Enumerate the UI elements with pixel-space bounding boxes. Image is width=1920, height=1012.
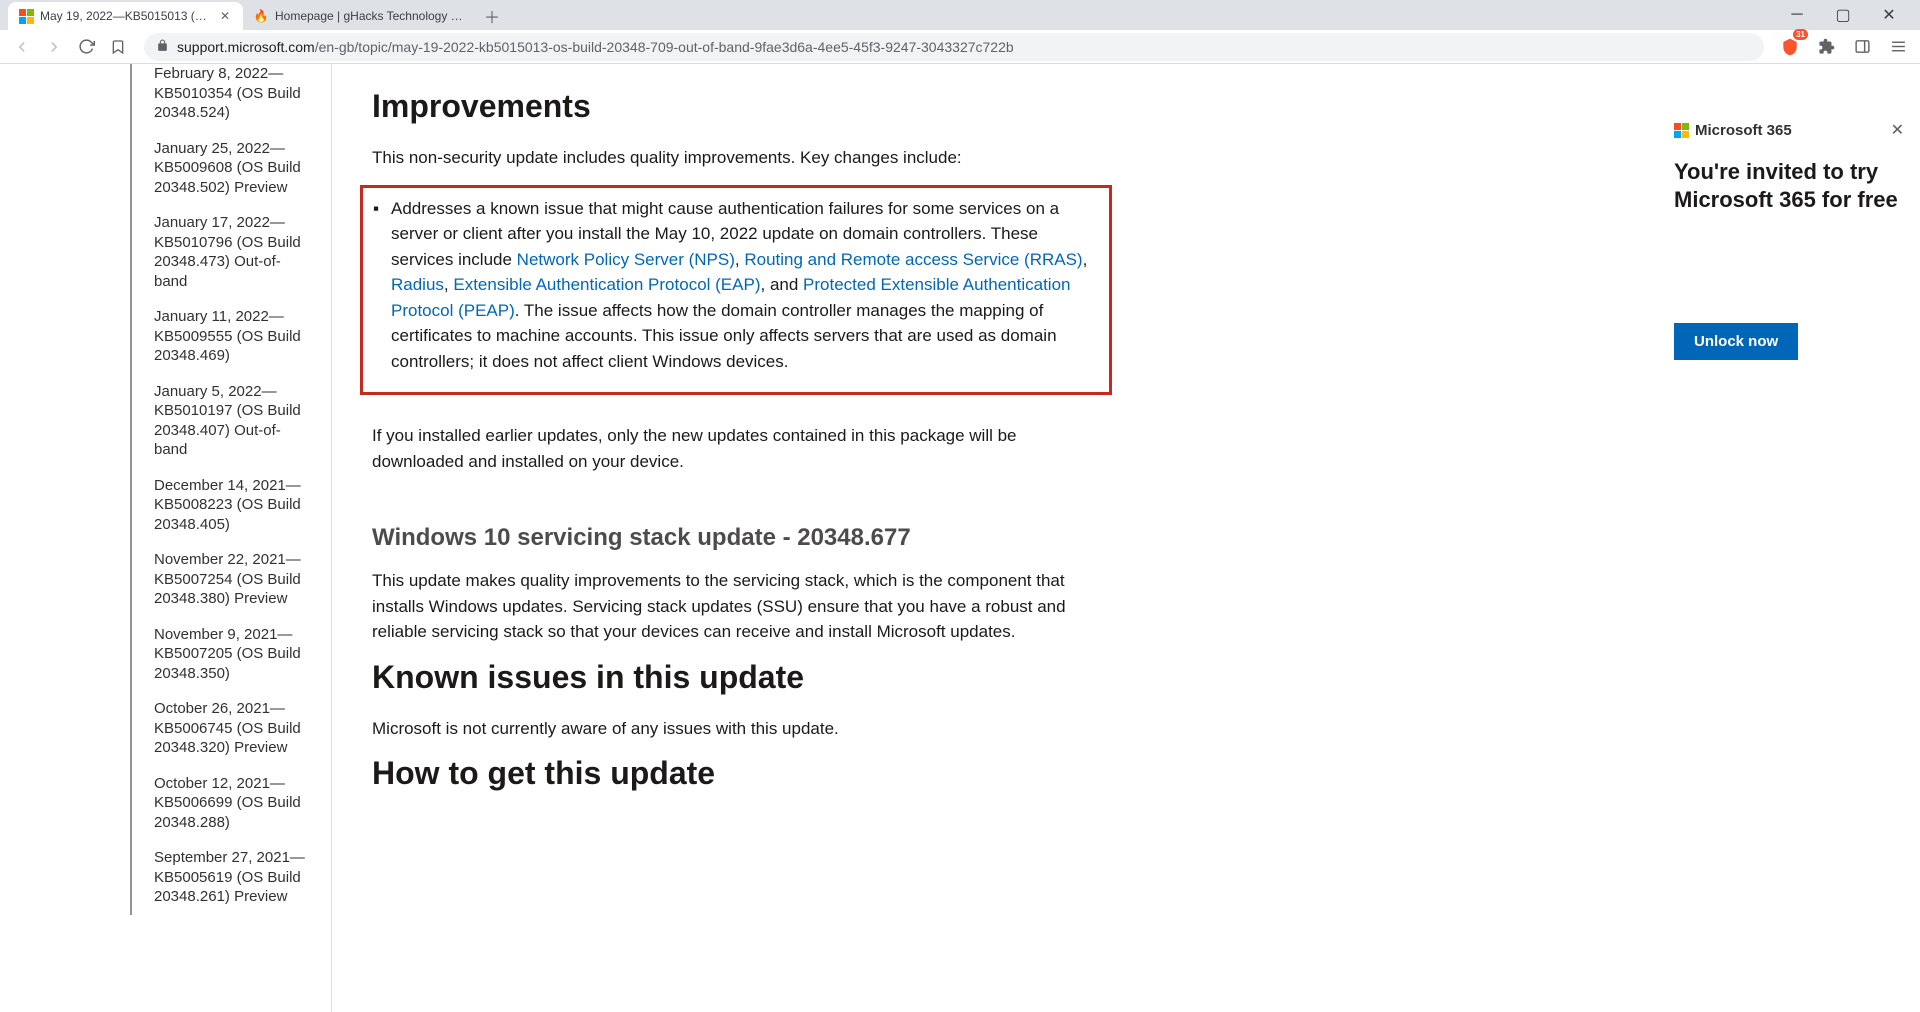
- paragraph-earlier-updates: If you installed earlier updates, only t…: [372, 423, 1112, 474]
- heading-known-issues: Known issues in this update: [372, 659, 1112, 696]
- new-tab-button[interactable]: ＋: [478, 2, 506, 30]
- sidebar-item[interactable]: January 5, 2022—KB5010197 (OS Build 2034…: [132, 374, 311, 468]
- minimize-button[interactable]: ─: [1774, 0, 1820, 30]
- sidebar-item[interactable]: January 17, 2022—KB5010796 (OS Build 203…: [132, 205, 311, 299]
- favicon-microsoft-icon: [18, 8, 34, 24]
- highlight-box: Addresses a known issue that might cause…: [360, 185, 1112, 396]
- promo-close-button[interactable]: ✕: [1891, 120, 1904, 140]
- link-eap[interactable]: Extensible Authentication Protocol (EAP): [453, 275, 760, 294]
- sidebar-item[interactable]: October 12, 2021—KB5006699 (OS Build 203…: [132, 766, 311, 841]
- link-rras[interactable]: Routing and Remote access Service (RRAS): [744, 250, 1082, 269]
- tab-inactive[interactable]: 🔥 Homepage | gHacks Technology News: [243, 2, 478, 30]
- link-radius[interactable]: Radius: [391, 275, 444, 294]
- menu-icon[interactable]: [1884, 33, 1912, 61]
- main-content: Improvements This non-security update in…: [332, 64, 1152, 1012]
- sidebar-item[interactable]: December 14, 2021—KB5008223 (OS Build 20…: [132, 468, 311, 543]
- sidebar-nav: February 8, 2022—KB5010354 (OS Build 203…: [0, 64, 332, 1012]
- page-viewport[interactable]: February 8, 2022—KB5010354 (OS Build 203…: [0, 64, 1920, 1012]
- sidebar-item[interactable]: September 27, 2021—KB5005619 (OS Build 2…: [132, 840, 311, 915]
- paragraph-ssu: This update makes quality improvements t…: [372, 568, 1112, 645]
- heading-improvements: Improvements: [372, 88, 1112, 125]
- sidebar-item[interactable]: November 22, 2021—KB5007254 (OS Build 20…: [132, 542, 311, 617]
- microsoft-logo-icon: [1674, 123, 1689, 138]
- close-tab-icon[interactable]: ✕: [217, 8, 233, 24]
- heading-how-to-get: How to get this update: [372, 755, 1112, 792]
- link-nps[interactable]: Network Policy Server (NPS): [517, 250, 735, 269]
- reload-button[interactable]: [72, 33, 100, 61]
- intro-paragraph: This non-security update includes qualit…: [372, 145, 1112, 171]
- promo-panel: Microsoft 365 ✕ You're invited to try Mi…: [1674, 120, 1904, 360]
- nav-bar: support.microsoft.com/en-gb/topic/may-19…: [0, 30, 1920, 64]
- window-controls: ─ ▢ ✕: [1774, 0, 1912, 30]
- forward-button[interactable]: [40, 33, 68, 61]
- sidebar-item[interactable]: October 26, 2021—KB5006745 (OS Build 203…: [132, 691, 311, 766]
- promo-brand: Microsoft 365: [1674, 122, 1792, 139]
- bookmark-button[interactable]: [104, 33, 132, 61]
- extensions-icon[interactable]: [1812, 33, 1840, 61]
- brave-shield-icon[interactable]: 31: [1776, 33, 1804, 61]
- back-button[interactable]: [8, 33, 36, 61]
- tab-active[interactable]: May 19, 2022—KB5015013 (OS Bu ✕: [8, 2, 243, 30]
- promo-cta-button[interactable]: Unlock now: [1674, 323, 1798, 360]
- sidebar-item[interactable]: November 9, 2021—KB5007205 (OS Build 203…: [132, 617, 311, 692]
- sidebar-item[interactable]: February 8, 2022—KB5010354 (OS Build 203…: [132, 64, 311, 131]
- heading-ssu: Windows 10 servicing stack update - 2034…: [372, 524, 1112, 552]
- tab-title: May 19, 2022—KB5015013 (OS Bu: [40, 9, 211, 23]
- paragraph-known-issues: Microsoft is not currently aware of any …: [372, 716, 1112, 742]
- lock-icon: [156, 39, 169, 55]
- browser-chrome: May 19, 2022—KB5015013 (OS Bu ✕ 🔥 Homepa…: [0, 0, 1920, 64]
- tab-bar: May 19, 2022—KB5015013 (OS Bu ✕ 🔥 Homepa…: [0, 0, 1920, 30]
- favicon-ghacks-icon: 🔥: [253, 8, 269, 24]
- address-bar[interactable]: support.microsoft.com/en-gb/topic/may-19…: [144, 33, 1764, 61]
- shield-badge: 31: [1793, 29, 1808, 40]
- sidebar-item[interactable]: January 11, 2022—KB5009555 (OS Build 203…: [132, 299, 311, 374]
- sidebar-item[interactable]: January 25, 2022—KB5009608 (OS Build 203…: [132, 131, 311, 206]
- close-window-button[interactable]: ✕: [1866, 0, 1912, 30]
- bullet-item: Addresses a known issue that might cause…: [373, 196, 1099, 375]
- maximize-button[interactable]: ▢: [1820, 0, 1866, 30]
- url-text: support.microsoft.com/en-gb/topic/may-19…: [177, 39, 1752, 55]
- promo-title: You're invited to try Microsoft 365 for …: [1674, 158, 1904, 213]
- tab-title: Homepage | gHacks Technology News: [275, 9, 468, 23]
- sidebar-toggle-icon[interactable]: [1848, 33, 1876, 61]
